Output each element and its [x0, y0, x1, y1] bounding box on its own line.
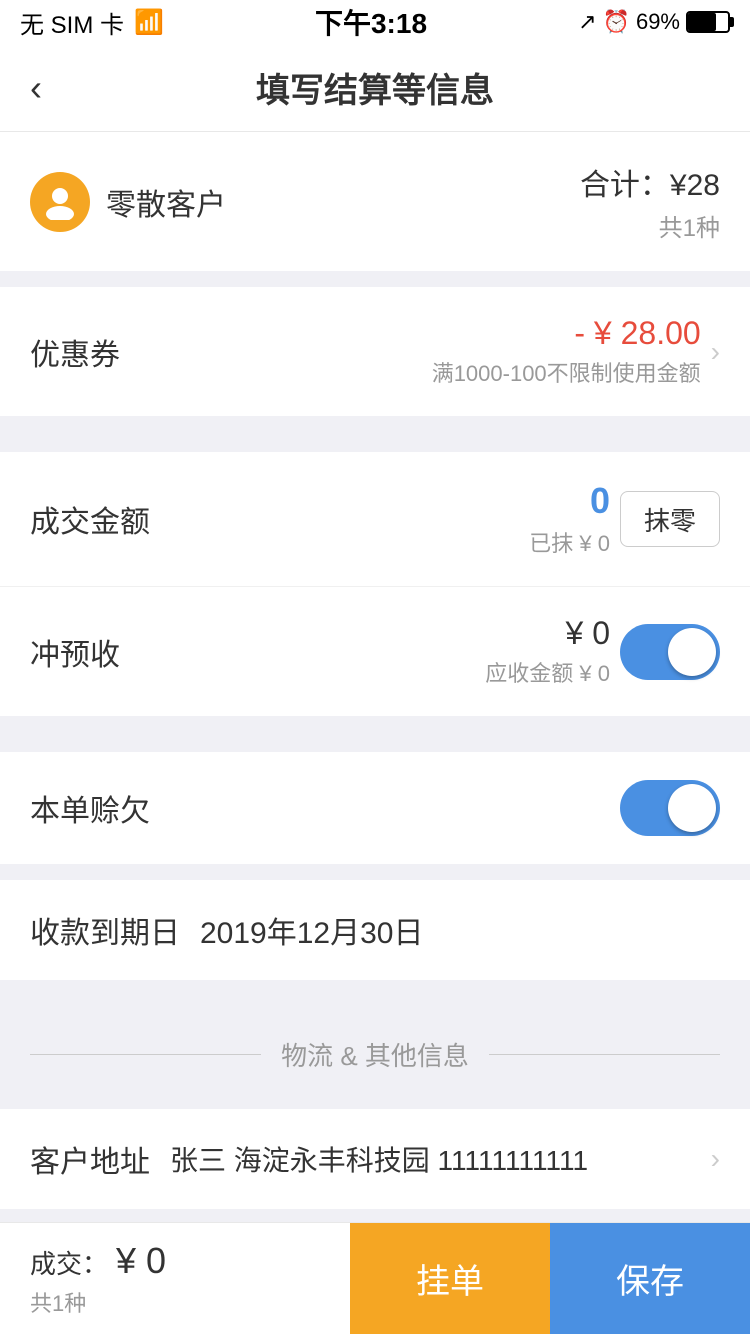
divider-line-right — [489, 1054, 720, 1055]
customer-avatar — [30, 172, 90, 232]
coupon-label: 优惠券 — [30, 330, 120, 374]
prepayment-row: 冲预收 ¥ 0 应收金额 ¥ 0 — [0, 587, 750, 716]
customer-right: 合计：¥28 共1种 — [580, 160, 720, 243]
transaction-amount-value: 0 — [529, 480, 610, 522]
wifi-icon: 📶 — [134, 8, 164, 37]
customer-section: 零散客户 合计：¥28 共1种 — [0, 132, 750, 271]
battery-percent: 69% — [636, 9, 680, 35]
toggle-knob — [668, 628, 716, 676]
transaction-amount-right: 0 已抹 ¥ 0 抹零 — [529, 480, 720, 558]
prepayment-value: ¥ 0 — [485, 615, 610, 652]
bottom-count: 共1种 — [30, 1286, 320, 1318]
coupon-card: 优惠券 - ¥ 28.00 满1000-100不限制使用金额 › — [0, 287, 750, 416]
separator-1 — [0, 432, 750, 452]
total-count: 共1种 — [580, 208, 720, 243]
status-left: 无 SIM 卡 📶 — [20, 5, 164, 40]
debt-toggle-knob — [668, 784, 716, 832]
separator-3 — [0, 996, 750, 1016]
content-area: 零散客户 合计：¥28 共1种 优惠券 - ¥ 28.00 满1000-100不… — [0, 132, 750, 1329]
bottom-deal-value: ¥ 0 — [116, 1240, 166, 1282]
save-button[interactable]: 保存 — [550, 1223, 750, 1334]
prepayment-info: ¥ 0 应收金额 ¥ 0 — [485, 615, 610, 688]
nav-bar: ‹ 填写结算等信息 — [0, 44, 750, 132]
back-button[interactable]: ‹ — [30, 67, 90, 109]
prepayment-toggle[interactable] — [620, 624, 720, 680]
customer-name: 零散客户 — [106, 180, 226, 224]
prepayment-right: ¥ 0 应收金额 ¥ 0 — [485, 615, 720, 688]
address-label: 客户地址 — [30, 1137, 150, 1181]
logistics-label: 物流 & 其他信息 — [281, 1036, 469, 1073]
battery-icon — [686, 11, 730, 33]
logistics-divider: 物流 & 其他信息 — [0, 1016, 750, 1093]
bottom-deal-line: 成交： ¥ 0 — [30, 1240, 320, 1282]
bottom-deal-label: 成交： — [30, 1244, 108, 1281]
prepayment-label: 冲预收 — [30, 630, 120, 674]
no-sim-label: 无 SIM 卡 — [20, 5, 124, 40]
bottom-bar: 成交： ¥ 0 共1种 挂单 保存 — [0, 1222, 750, 1334]
transaction-amount-label: 成交金额 — [30, 497, 150, 541]
separator-2 — [0, 732, 750, 752]
debt-label: 本单赊欠 — [30, 786, 150, 830]
total-amount: 合计：¥28 — [580, 160, 720, 204]
transaction-card: 成交金额 0 已抹 ¥ 0 抹零 冲预收 ¥ 0 应收金额 ¥ 0 — [0, 452, 750, 716]
due-date-value: 2019年12月30日 — [200, 908, 423, 952]
chevron-right-icon: › — [711, 336, 720, 368]
transaction-amount-info: 0 已抹 ¥ 0 — [529, 480, 610, 558]
due-date-row: 收款到期日 2019年12月30日 — [0, 880, 750, 980]
address-chevron-icon: › — [711, 1143, 720, 1175]
debt-toggle[interactable] — [620, 780, 720, 836]
transaction-amount-row: 成交金额 0 已抹 ¥ 0 抹零 — [0, 452, 750, 587]
customer-left: 零散客户 — [30, 172, 226, 232]
status-bar: 无 SIM 卡 📶 下午3:18 ↗ ⏰ 69% — [0, 0, 750, 44]
round-button[interactable]: 抹零 — [620, 491, 720, 547]
status-right: ↗ ⏰ 69% — [578, 9, 730, 35]
debt-row: 本单赊欠 — [0, 752, 750, 864]
prepayment-sub: 应收金额 ¥ 0 — [485, 656, 610, 688]
hold-button[interactable]: 挂单 — [350, 1223, 550, 1334]
coupon-amount: - ¥ 28.00 — [432, 315, 701, 352]
bottom-info: 成交： ¥ 0 共1种 — [0, 1240, 350, 1318]
location-icon: ↗ — [578, 9, 596, 35]
status-time: 下午3:18 — [315, 2, 427, 42]
due-date-label: 收款到期日 — [30, 908, 180, 952]
coupon-desc: 满1000-100不限制使用金额 — [432, 356, 701, 388]
address-value: 张三 海淀永丰科技园 11111111111 — [170, 1139, 711, 1179]
coupon-right: - ¥ 28.00 满1000-100不限制使用金额 › — [432, 315, 720, 388]
divider-line-left — [30, 1054, 261, 1055]
coupon-row[interactable]: 优惠券 - ¥ 28.00 满1000-100不限制使用金额 › — [0, 287, 750, 416]
coupon-info: - ¥ 28.00 满1000-100不限制使用金额 — [432, 315, 701, 388]
page-title: 填写结算等信息 — [256, 63, 494, 112]
transaction-amount-sub: 已抹 ¥ 0 — [529, 526, 610, 558]
address-row[interactable]: 客户地址 张三 海淀永丰科技园 11111111111 › — [0, 1109, 750, 1209]
alarm-icon: ⏰ — [603, 9, 630, 35]
